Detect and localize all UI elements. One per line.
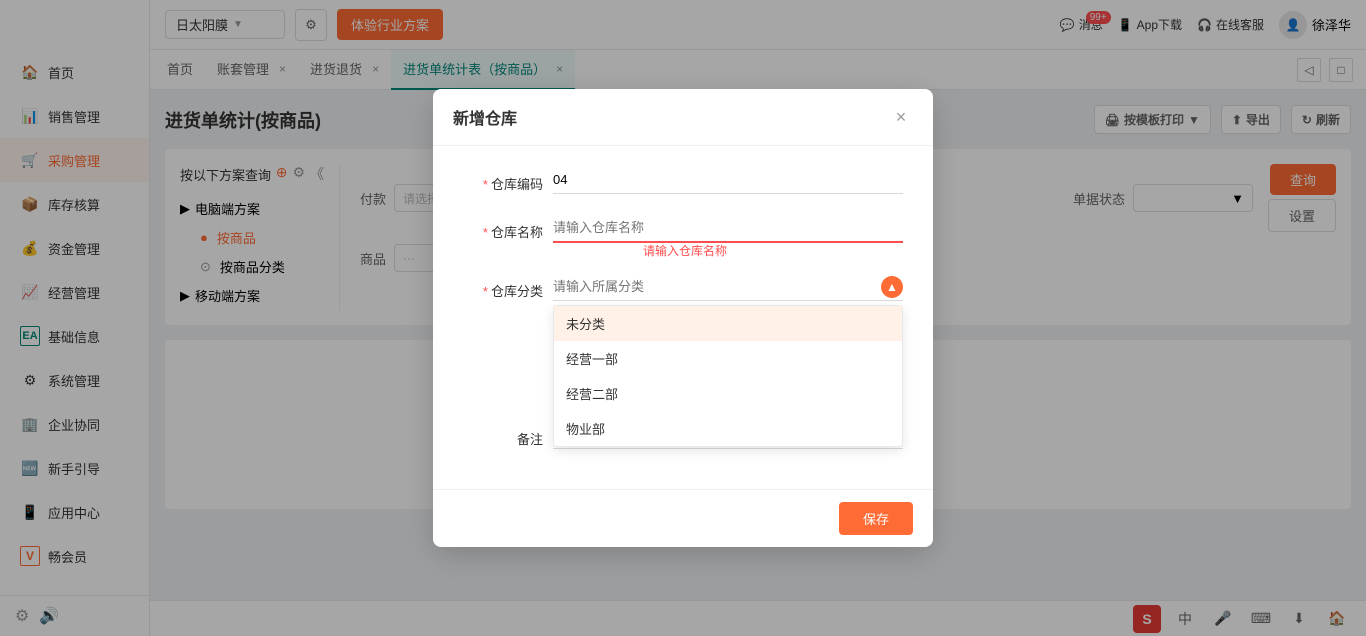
category-input[interactable] bbox=[553, 273, 903, 301]
modal-footer: 保存 bbox=[433, 489, 933, 547]
warehouse-name-error: 请输入仓库名称 bbox=[643, 242, 727, 259]
modal-close-button[interactable]: × bbox=[889, 105, 913, 129]
dropdown-option-3[interactable]: 物业部 bbox=[554, 411, 902, 446]
modal-overlay[interactable]: 新增仓库 × 仓库编码 仓库名称 请输入仓库名称 仓库分类 bbox=[0, 0, 1366, 636]
add-warehouse-modal: 新增仓库 × 仓库编码 仓库名称 请输入仓库名称 仓库分类 bbox=[433, 89, 933, 547]
warehouse-name-row: 仓库名称 请输入仓库名称 bbox=[463, 214, 903, 243]
category-dropdown-list: 未分类 经营一部 经营二部 物业部 bbox=[553, 305, 903, 447]
modal-title: 新增仓库 bbox=[453, 105, 517, 129]
save-button[interactable]: 保存 bbox=[839, 502, 913, 535]
warehouse-code-label: 仓库编码 bbox=[463, 166, 543, 193]
warehouse-code-row: 仓库编码 bbox=[463, 166, 903, 194]
category-dropdown-arrow[interactable]: ▲ bbox=[881, 276, 903, 298]
warehouse-code-wrap bbox=[553, 166, 903, 194]
warehouse-category-row: 仓库分类 ▲ 未分类 经营一部 经营二部 物业部 bbox=[463, 273, 903, 301]
category-input-wrap: ▲ 未分类 经营一部 经营二部 物业部 bbox=[553, 273, 903, 301]
modal-body: 仓库编码 仓库名称 请输入仓库名称 仓库分类 ▲ bbox=[433, 146, 933, 489]
warehouse-code-input[interactable] bbox=[553, 166, 903, 194]
dropdown-option-0[interactable]: 未分类 bbox=[554, 306, 902, 341]
dropdown-option-2[interactable]: 经营二部 bbox=[554, 376, 902, 411]
warehouse-name-label: 仓库名称 bbox=[463, 214, 543, 241]
warehouse-category-label: 仓库分类 bbox=[463, 273, 543, 300]
warehouse-name-input[interactable] bbox=[553, 214, 903, 243]
dropdown-option-1[interactable]: 经营一部 bbox=[554, 341, 902, 376]
modal-header: 新增仓库 × bbox=[433, 89, 933, 146]
warehouse-name-wrap: 请输入仓库名称 bbox=[553, 214, 903, 243]
remark-label: 备注 bbox=[463, 421, 543, 448]
